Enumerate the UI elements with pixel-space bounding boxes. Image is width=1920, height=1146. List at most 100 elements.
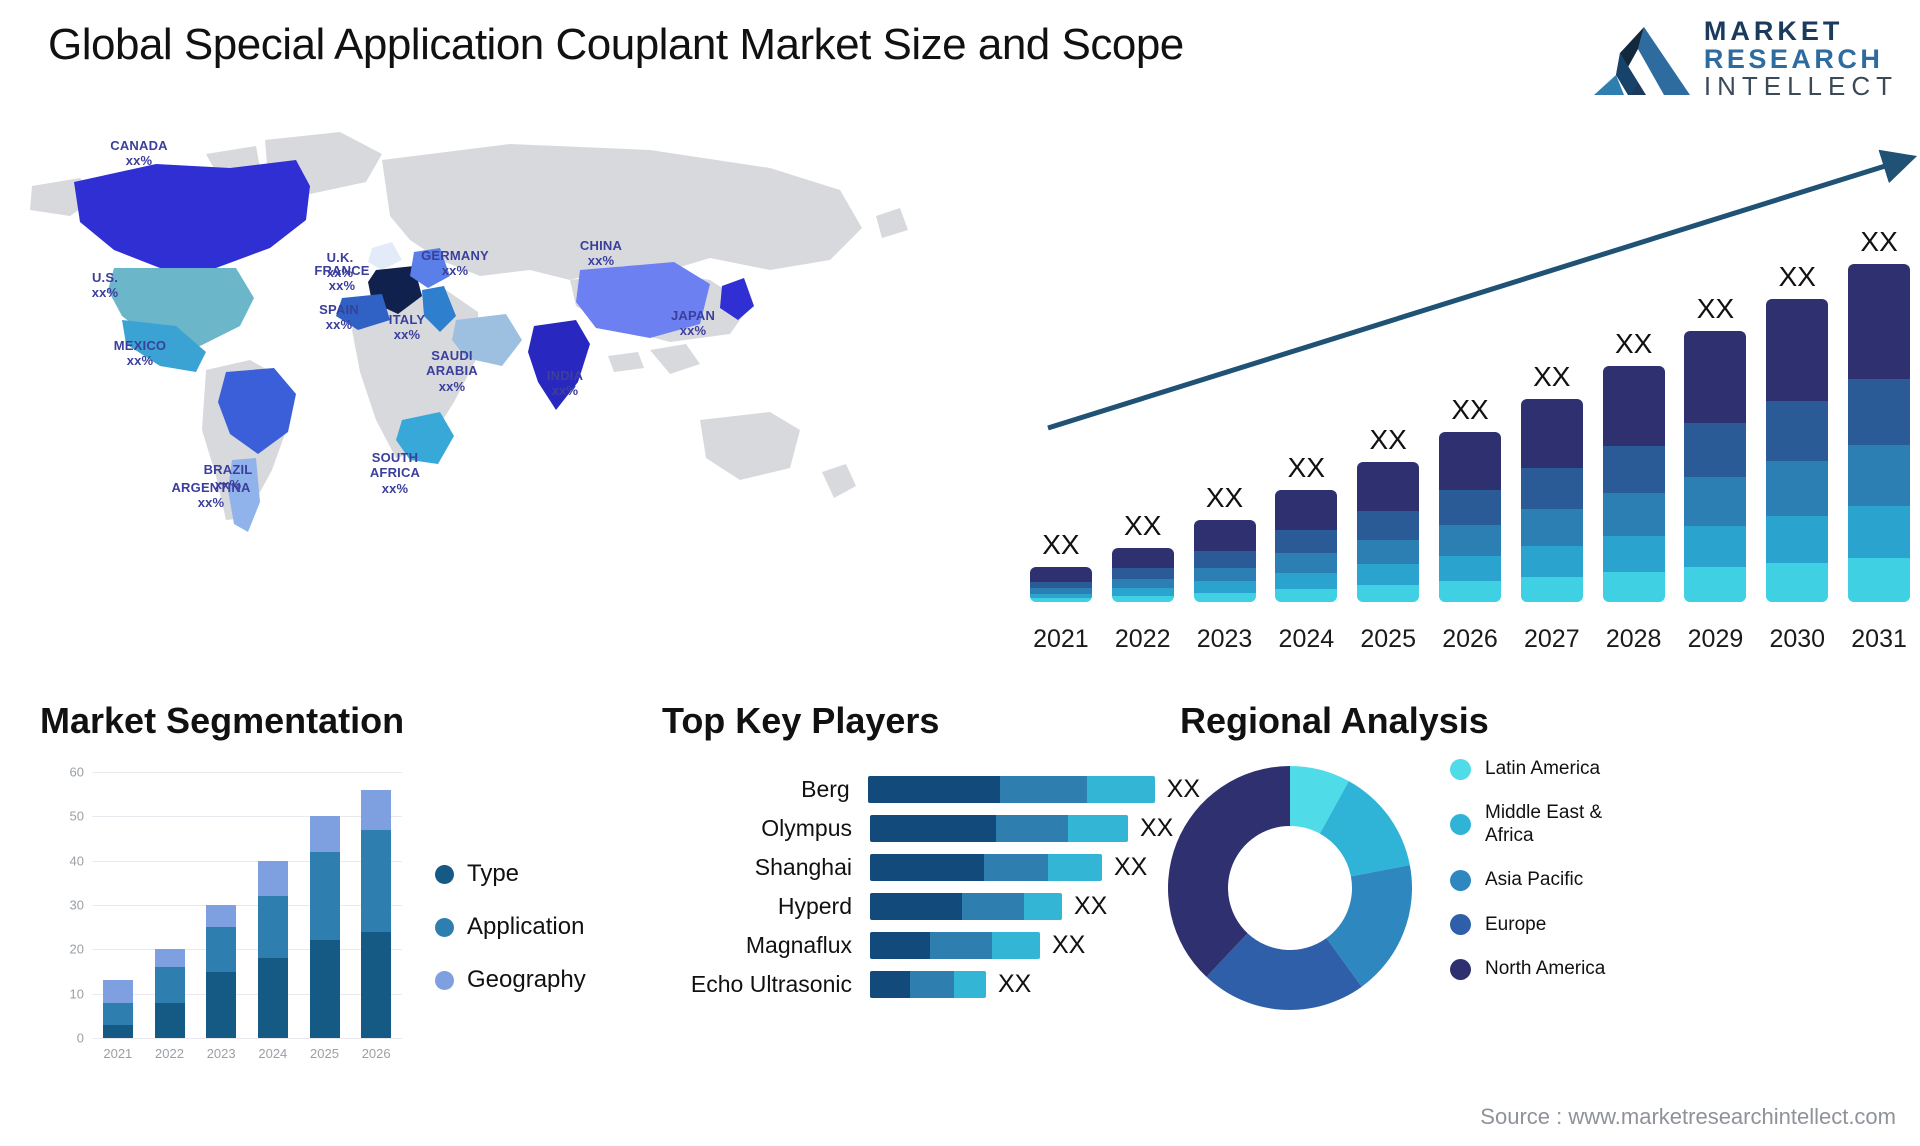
player-bar-segment: [870, 970, 910, 998]
segmentation-gridline: [92, 993, 402, 995]
player-value-label: XX: [998, 969, 1032, 998]
map-label-country: GERMANY: [421, 248, 489, 263]
player-bar-segment: [870, 814, 996, 842]
segmentation-y-tick: 30: [69, 897, 84, 913]
segmentation-bar: 2023: [206, 905, 237, 1061]
player-bar-segment: [870, 892, 962, 920]
forecast-bar-segment: [1111, 579, 1174, 589]
forecast-bar-segment: [1193, 567, 1256, 582]
map-label-value: xx%: [441, 263, 469, 279]
forecast-bar: [1275, 490, 1338, 602]
map-label-value: xx%: [551, 383, 579, 399]
player-bar: [870, 892, 1062, 920]
map-label-country: JAPAN: [670, 308, 716, 323]
mountain-m-logo-icon: [1593, 26, 1690, 95]
segmentation-bar-segment: [154, 967, 185, 1003]
infographic-page: Global Special Application Couplant Mark…: [0, 0, 1920, 1146]
forecast-bar-group: XX 2029: [1684, 204, 1747, 653]
forecast-bar-value-label: XX: [1205, 482, 1244, 513]
market-segmentation-title: Market Segmentation: [40, 700, 405, 741]
segmentation-x-tick: 2023: [206, 1046, 236, 1061]
forecast-bar-segment: [1520, 467, 1583, 510]
regional-analysis-title: Regional Analysis: [1180, 700, 1489, 741]
world-map: CANADA xx% U.S. xx% MEXICO xx% BRAZIL xx% ARGENT…: [10, 120, 950, 580]
map-label-value: xx%: [438, 378, 466, 394]
segmentation-bar-segment: [361, 789, 392, 830]
segmentation-bar: 2024: [257, 860, 288, 1061]
player-name: Hyperd: [777, 892, 852, 919]
forecast-bar-segment: [1439, 490, 1501, 526]
forecast-bar-segment: [1029, 566, 1092, 583]
forecast-bar-segment: [1602, 572, 1665, 602]
forecast-year-label: 2023: [1196, 625, 1253, 653]
map-label-saudi-arabia: SAUDI ARABIA xx%: [418, 348, 486, 394]
forecast-bar-segment: [1193, 592, 1256, 602]
forecast-year-label: 2024: [1278, 625, 1335, 653]
forecast-bar-segment: [1848, 444, 1911, 507]
segmentation-bar-segment: [257, 958, 288, 1038]
segmentation-bar-segment: [309, 816, 340, 852]
logo-line-1: MARKET: [1703, 16, 1844, 46]
segmentation-gridline: [92, 1038, 402, 1039]
forecast-bar-segment: [1275, 529, 1338, 553]
market-segmentation-section: Market Segmentation 0 10 20 30 40 50 60 2021 202…: [40, 700, 586, 1130]
map-label-value: xx%: [125, 153, 153, 169]
map-label-value: xx%: [91, 285, 119, 301]
map-label-china: CHINA xx%: [568, 238, 634, 269]
player-name: Berg: [801, 775, 850, 802]
forecast-bar-segment: [1848, 506, 1911, 559]
forecast-bar-segment: [1766, 516, 1829, 563]
segmentation-x-tick: 2026: [361, 1046, 391, 1061]
segmentation-y-tick: 0: [76, 1030, 84, 1046]
forecast-bar-segment: [1684, 567, 1747, 602]
forecast-bar: [1602, 365, 1665, 602]
segmentation-bar-segment: [102, 1024, 133, 1038]
player-bar-segment: [910, 970, 954, 998]
forecast-bar-segment: [1193, 520, 1256, 551]
forecast-bar-segment: [1520, 576, 1583, 602]
regional-legend-label: North America: [1485, 958, 1606, 980]
country-canada: [74, 160, 310, 268]
map-label-india: INDIA xx%: [534, 368, 596, 399]
segmentation-bar-segment: [102, 980, 133, 1003]
forecast-year-label: 2026: [1442, 625, 1498, 653]
forecast-bar-value-label: XX: [1860, 226, 1898, 257]
brand-logo: MARKET RESEARCH INTELLECT: [1593, 16, 1898, 100]
map-label-country: SAUDI ARABIA: [426, 348, 478, 379]
forecast-bar-segment: [1275, 552, 1338, 573]
map-label-u-s: U.S. xx%: [70, 270, 140, 301]
forecast-bar-value-label: XX: [1614, 327, 1653, 359]
forecast-bar-segment: [1602, 365, 1665, 446]
forecast-bar-segment: [1357, 510, 1420, 540]
player-bar: [870, 853, 1102, 881]
forecast-bar-segment: [1520, 509, 1583, 547]
player-row: Magnaflux XX: [640, 928, 1200, 962]
segmentation-gridline: [92, 772, 402, 773]
segmentation-x-tick: 2024: [258, 1046, 288, 1061]
segmentation-bar: 2022: [154, 949, 185, 1061]
segmentation-gridline: [92, 816, 402, 818]
forecast-bar-value-label: XX: [1287, 452, 1326, 484]
player-value-label: XX: [1074, 891, 1108, 920]
forecast-bar-segment: [1684, 526, 1747, 568]
player-bar-segment: [996, 814, 1068, 842]
segmentation-x-tick: 2021: [103, 1046, 133, 1061]
forecast-bar-segment: [1766, 460, 1829, 517]
forecast-bar-segment: [1439, 431, 1501, 491]
player-bar-segment: [962, 892, 1024, 920]
legend-dot-icon: [1450, 758, 1471, 780]
map-label-germany: GERMANY xx%: [406, 248, 504, 279]
forecast-bar: [1848, 264, 1911, 602]
forecast-bar-segment: [1684, 423, 1747, 478]
page-title: Global Special Application Couplant Mark…: [48, 20, 1184, 69]
segmentation-y-tick: 10: [69, 986, 84, 1002]
segmentation-bar-segment: [206, 971, 237, 1038]
regional-analysis-section: Regional Analysis Latin America Middle Ea…: [1150, 700, 1870, 1100]
map-label-country: BRAZIL: [203, 462, 253, 477]
map-label-japan: JAPAN xx%: [660, 308, 726, 339]
player-bar-segment: [870, 853, 984, 881]
player-bar: [870, 814, 1128, 842]
forecast-bar-segment: [1357, 564, 1420, 586]
segmentation-legend: Type Application Geography: [435, 860, 586, 1019]
segmentation-plot: 0 10 20 30 40 50 60 2021 2022 2023 2024 2025 2026: [70, 765, 402, 1061]
